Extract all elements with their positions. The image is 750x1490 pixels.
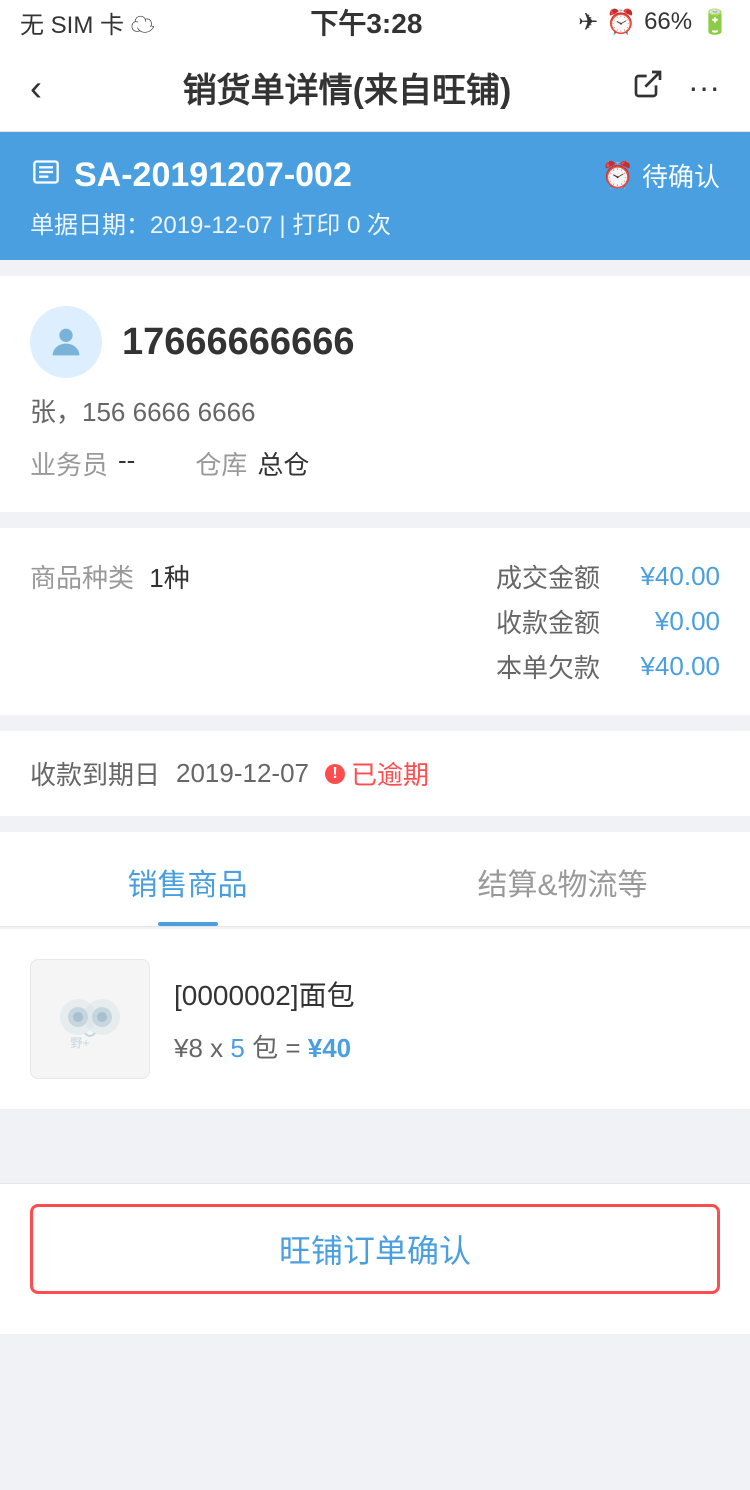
product-type-label: 商品种类 bbox=[30, 563, 134, 593]
alarm-icon: ⏰ bbox=[606, 8, 636, 37]
page-bottom-spacer bbox=[0, 1310, 750, 1490]
order-status: ⏰ 待确认 bbox=[602, 157, 720, 194]
nav-actions: ··· bbox=[632, 68, 720, 108]
summary-card: 商品种类 1种 成交金额 ¥40.00 收款金额 ¥0.00 本单欠款 ¥40.… bbox=[0, 528, 750, 715]
tabs-container: 销售商品 结算&物流等 bbox=[0, 832, 750, 927]
tab-settlement[interactable]: 结算&物流等 bbox=[375, 832, 750, 926]
salesperson-value: -- bbox=[118, 445, 135, 482]
sim-status: 无 SIM 卡 ☁ bbox=[20, 5, 155, 40]
order-number: SA-20191207-002 bbox=[74, 156, 352, 195]
battery-level: 66% bbox=[644, 8, 692, 36]
owed-value: ¥40.00 bbox=[620, 651, 720, 682]
overdue-badge: ! 已逾期 bbox=[325, 755, 429, 792]
warehouse-label: 仓库 bbox=[195, 445, 247, 482]
document-icon bbox=[30, 158, 62, 194]
overdue-label: 已逾期 bbox=[351, 755, 429, 792]
received-row: 收款金额 ¥0.00 bbox=[496, 603, 720, 640]
confirm-order-button[interactable]: 旺铺订单确认 bbox=[30, 1204, 720, 1294]
due-date-value: 2019-12-07 bbox=[176, 758, 309, 789]
svg-text:野+: 野+ bbox=[70, 1036, 89, 1049]
product-type-section: 商品种类 1种 bbox=[30, 558, 190, 595]
status-right: ✈ ⏰ 66% 🔋 bbox=[578, 8, 730, 37]
confirm-button-wrap: 旺铺订单确认 bbox=[0, 1183, 750, 1334]
deal-amount-value: ¥40.00 bbox=[620, 561, 720, 592]
nav-bar: ‹ 销货单详情(来自旺铺) ··· bbox=[0, 44, 750, 132]
unit: 包 bbox=[252, 1033, 278, 1063]
owed-row: 本单欠款 ¥40.00 bbox=[496, 648, 720, 685]
product-logo-icon: 野+ bbox=[50, 989, 130, 1049]
deal-amount-label: 成交金额 bbox=[496, 558, 600, 595]
clock-icon: ⏰ bbox=[602, 160, 634, 191]
product-price: ¥8 x 5 包 = ¥40 bbox=[174, 1028, 720, 1065]
received-value: ¥0.00 bbox=[620, 606, 720, 637]
customer-phone: 17666666666 bbox=[122, 321, 354, 364]
product-name: [0000002]面包 bbox=[174, 974, 720, 1014]
unit-price: ¥8 x bbox=[174, 1033, 230, 1063]
export-icon[interactable] bbox=[632, 68, 664, 108]
equals: = bbox=[285, 1033, 307, 1063]
product-list: 野+ [0000002]面包 ¥8 x 5 包 = ¥40 bbox=[0, 929, 750, 1110]
product-info: [0000002]面包 ¥8 x 5 包 = ¥40 bbox=[174, 974, 720, 1065]
amount-section: 成交金额 ¥40.00 收款金额 ¥0.00 本单欠款 ¥40.00 bbox=[496, 558, 720, 685]
warehouse-field: 仓库 总仓 bbox=[195, 445, 309, 482]
status-left: 无 SIM 卡 ☁ bbox=[20, 5, 155, 40]
total-price: ¥40 bbox=[308, 1033, 351, 1063]
warehouse-value: 总仓 bbox=[257, 445, 309, 482]
deal-amount-row: 成交金额 ¥40.00 bbox=[496, 558, 720, 595]
page-title: 销货单详情(来自旺铺) bbox=[62, 63, 632, 112]
product-image: 野+ bbox=[30, 959, 150, 1079]
tab-products[interactable]: 销售商品 bbox=[0, 832, 375, 926]
received-label: 收款金额 bbox=[496, 603, 600, 640]
overdue-dot-icon: ! bbox=[325, 764, 345, 784]
salesperson-field: 业务员 -- bbox=[30, 445, 135, 482]
more-icon[interactable]: ··· bbox=[688, 69, 720, 106]
customer-avatar bbox=[30, 306, 102, 378]
status-bar: 无 SIM 卡 ☁ 下午3:28 ✈ ⏰ 66% 🔋 bbox=[0, 0, 750, 44]
quantity: 5 bbox=[230, 1033, 244, 1063]
order-date: 单据日期：2019-12-07 | 打印 0 次 bbox=[30, 205, 720, 240]
battery-icon: 🔋 bbox=[700, 8, 730, 37]
product-item: 野+ [0000002]面包 ¥8 x 5 包 = ¥40 bbox=[0, 929, 750, 1110]
customer-meta: 业务员 -- 仓库 总仓 bbox=[30, 445, 720, 482]
customer-card: 17666666666 张，156 6666 6666 业务员 -- 仓库 总仓 bbox=[0, 276, 750, 512]
location-icon: ✈ bbox=[578, 8, 598, 37]
product-type-value: 1种 bbox=[149, 563, 189, 593]
salesperson-label: 业务员 bbox=[30, 445, 108, 482]
order-number-row: SA-20191207-002 bbox=[30, 156, 352, 195]
status-time: 下午3:28 bbox=[310, 2, 422, 42]
back-button[interactable]: ‹ bbox=[30, 67, 42, 109]
order-header: SA-20191207-002 ⏰ 待确认 单据日期：2019-12-07 | … bbox=[0, 132, 750, 260]
status-label: 待确认 bbox=[642, 157, 720, 194]
due-date-label: 收款到期日 bbox=[30, 755, 160, 792]
customer-name: 张，156 6666 6666 bbox=[30, 392, 720, 429]
due-date-card: 收款到期日 2019-12-07 ! 已逾期 bbox=[0, 731, 750, 816]
owed-label: 本单欠款 bbox=[496, 648, 600, 685]
